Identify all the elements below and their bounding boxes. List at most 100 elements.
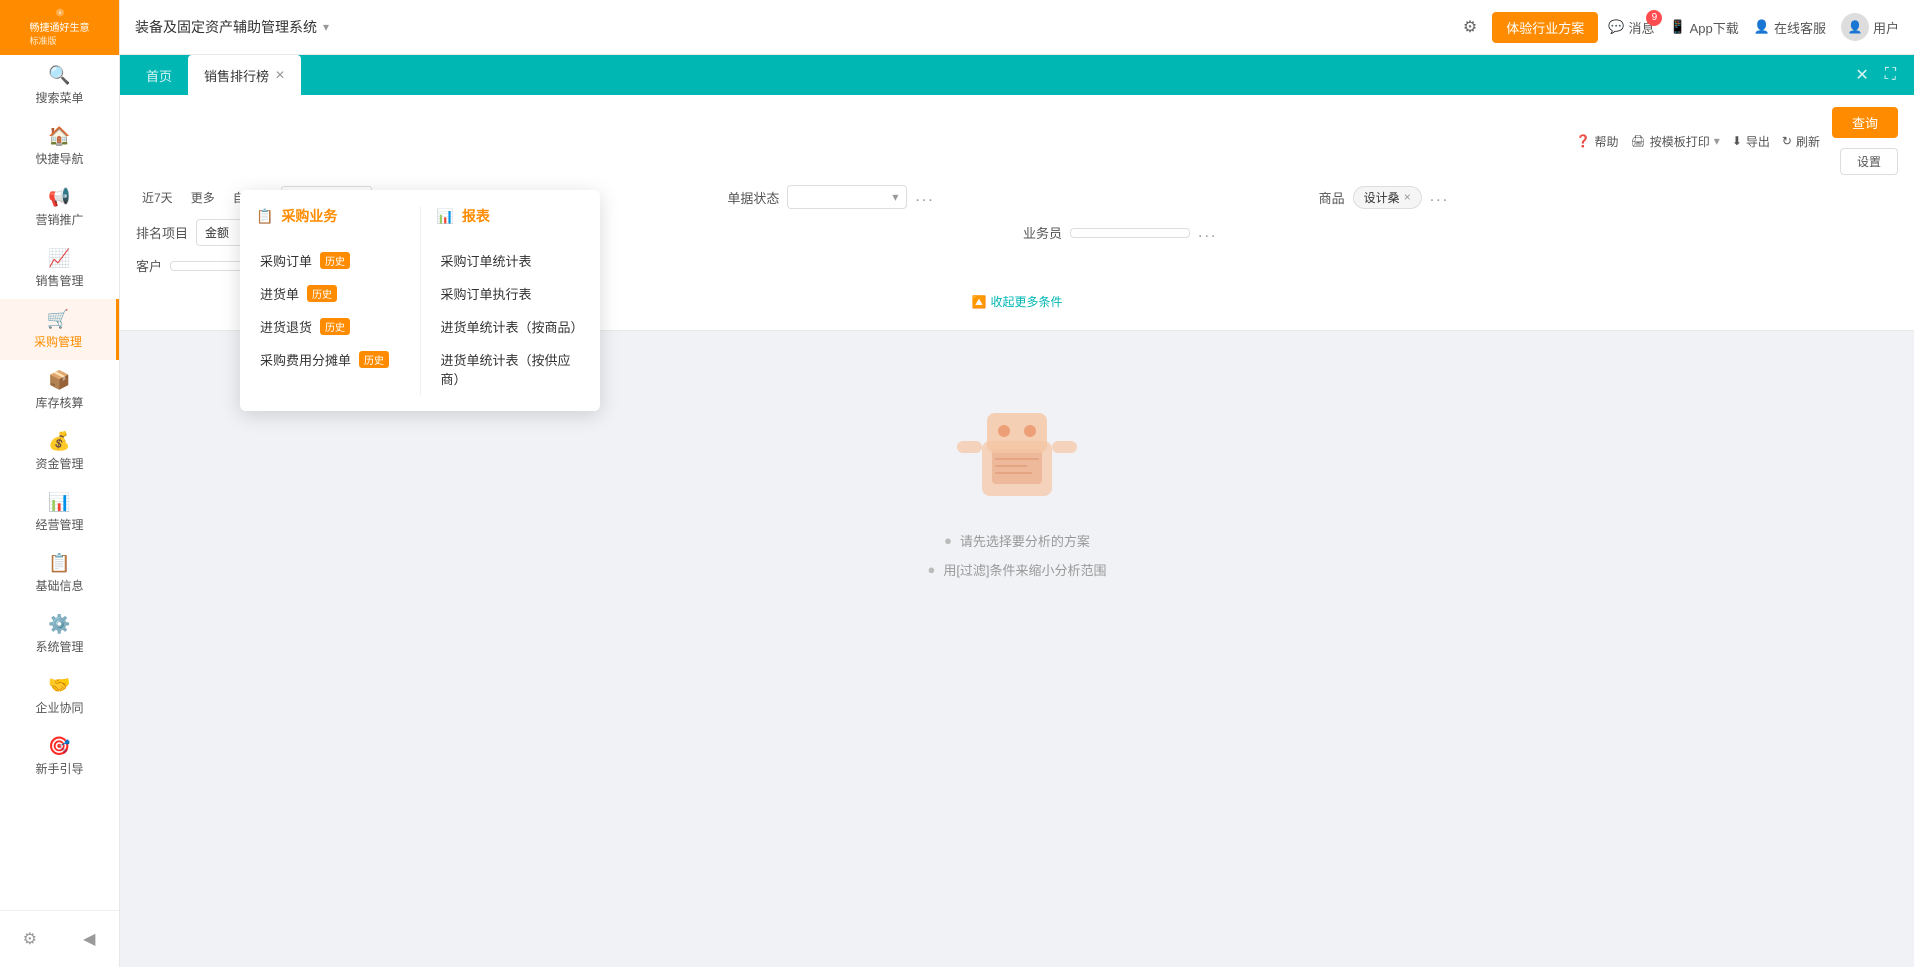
message-btn[interactable]: 💬 消息 9 (1608, 18, 1654, 37)
customer-label: 客户 (136, 256, 162, 275)
service-icon: 👤 (1754, 19, 1770, 35)
refresh-btn[interactable]: ↻ 刷新 (1782, 107, 1820, 175)
goods-tag[interactable]: 设计桑 × (1353, 186, 1422, 209)
salesperson-dots[interactable]: ... (1198, 224, 1217, 242)
date-option-more[interactable]: 更多 (185, 187, 221, 208)
sidebar-item-quicknav[interactable]: 🏠 快捷导航 (0, 116, 119, 177)
inventory-icon: 📦 (48, 370, 70, 391)
header-right: 💬 消息 9 📱 App下载 👤 在线客服 👤 用户 (1608, 13, 1899, 41)
operations-icon: 📊 (48, 492, 70, 513)
salesperson-group: 业务员 ... (1023, 223, 1898, 242)
refresh-icon: ↻ (1782, 134, 1792, 148)
sidebar-item-sales[interactable]: 📈 销售管理 (0, 238, 119, 299)
dropdown-item-order-stats[interactable]: 采购订单统计表 (437, 244, 585, 277)
sidebar: 6 畅捷通好生意 标准版 🔍 搜索菜单 🏠 快捷导航 📢 营销推广 📈 销售管理… (0, 0, 120, 967)
sidebar-item-label: 搜索菜单 (35, 89, 83, 106)
order-status-select[interactable]: ▾ (787, 185, 907, 209)
sidebar-item-operations[interactable]: 📊 经营管理 (0, 482, 119, 543)
sidebar-item-label: 销售管理 (35, 272, 83, 289)
message-icon: 💬 (1608, 19, 1624, 35)
dropdown-item-order-exec[interactable]: 采购订单执行表 (437, 277, 585, 310)
sidebar-item-label: 采购管理 (34, 333, 82, 350)
app-download-btn[interactable]: 📱 App下载 (1669, 18, 1738, 37)
goods-tag-close-icon[interactable]: × (1404, 190, 1411, 204)
sidebar-item-marketing[interactable]: 📢 营销推广 (0, 177, 119, 238)
online-service-label: 在线客服 (1774, 18, 1826, 37)
dropdown-item-inbound[interactable]: 进货单 历史 (256, 277, 404, 310)
purchase-order-label: 采购订单 (260, 251, 312, 270)
order-stats-label: 采购订单统计表 (441, 251, 532, 270)
goods-label: 商品 (1319, 188, 1345, 207)
inbound-stats-goods-label: 进货单统计表（按商品） (441, 317, 581, 336)
print-btn[interactable]: 🖨 按模板打印 ▾ (1631, 107, 1720, 175)
industry-btn[interactable]: 体验行业方案 (1492, 12, 1598, 43)
purchase-order-history-badge: 历史 (320, 252, 350, 269)
order-status-label: 单据状态 (727, 188, 779, 207)
purchase-icon: 🛒 (47, 309, 69, 330)
user-btn[interactable]: 👤 用户 (1841, 13, 1899, 41)
order-status-group: 单据状态 ▾ ... (727, 185, 1306, 209)
logo-icon: 6 (44, 8, 76, 17)
system-title-text: 装备及固定资产辅助管理系统 (135, 17, 317, 37)
hint-text-2: 用[过滤]条件来缩小分析范围 (943, 560, 1106, 579)
order-status-dots[interactable]: ... (915, 188, 934, 206)
set-btn[interactable]: 设置 (1840, 148, 1898, 175)
sales-icon: 📈 (48, 248, 70, 269)
sidebar-item-newguide[interactable]: 🎯 新手引导 (0, 726, 119, 787)
online-service-btn[interactable]: 👤 在线客服 (1754, 18, 1826, 37)
sidebar-item-enterprise[interactable]: 🤝 企业协同 (0, 665, 119, 726)
chevron-down-icon: ▾ (323, 20, 329, 34)
print-icon: 🖨 (1631, 134, 1646, 148)
hint-text-1: 请先选择要分析的方案 (960, 531, 1090, 550)
tab-bar: 首页 销售排行榜 ✕ ✕ ⛶ (120, 55, 1914, 95)
empty-hint-1: ● 请先选择要分析的方案 (944, 531, 1090, 550)
goods-dots[interactable]: ... (1430, 188, 1449, 206)
sidebar-collapse-btn[interactable]: ◀ (71, 921, 107, 957)
sidebar-item-label: 库存核算 (35, 394, 83, 411)
export-label: 导出 (1746, 133, 1770, 150)
sidebar-item-label: 经营管理 (35, 516, 83, 533)
report-title-text: 报表 (462, 206, 490, 226)
tab-sales-rank[interactable]: 销售排行榜 ✕ (188, 55, 301, 95)
goods-tag-text: 设计桑 (1364, 189, 1400, 206)
report-section-icon: 📊 (437, 208, 454, 225)
hint-circle-1: ● (944, 533, 952, 548)
sidebar-item-inventory[interactable]: 📦 库存核算 (0, 360, 119, 421)
export-btn[interactable]: ⬇ 导出 (1732, 107, 1770, 175)
sidebar-item-finance[interactable]: 💰 资金管理 (0, 421, 119, 482)
header-settings-icon[interactable]: ⚙ (1458, 12, 1482, 42)
sidebar-item-search[interactable]: 🔍 搜索菜单 (0, 55, 119, 116)
dropdown-item-expense[interactable]: 采购费用分摊单 历史 (256, 343, 404, 376)
sidebar-item-label: 新手引导 (35, 760, 83, 777)
return-label: 进货退货 (260, 317, 312, 336)
tab-close-all-btn[interactable]: ✕ (1847, 65, 1876, 85)
phone-icon: 📱 (1669, 19, 1685, 35)
tab-close-icon[interactable]: ✕ (275, 68, 285, 82)
sidebar-item-system[interactable]: ⚙️ 系统管理 (0, 604, 119, 665)
inbound-stats-supplier-label: 进货单统计表（按供应商） (441, 350, 581, 388)
tab-expand-btn[interactable]: ⛶ (1877, 66, 1904, 84)
salesperson-select[interactable] (1070, 228, 1190, 238)
dropdown-purchase-col: 📋 采购业务 采购订单 历史 进货单 历史 进货退货 历史 (240, 206, 421, 395)
tab-home[interactable]: 首页 (130, 55, 188, 95)
app-download-label: App下载 (1690, 18, 1739, 37)
sidebar-item-basicinfo[interactable]: 📋 基础信息 (0, 543, 119, 604)
sidebar-settings-btn[interactable]: ⚙ (12, 921, 48, 957)
help-btn[interactable]: ❓ 帮助 (1576, 107, 1619, 175)
basicinfo-icon: 📋 (48, 553, 70, 574)
collapse-label: 收起更多条件 (990, 293, 1062, 310)
dropdown-item-inbound-stats-goods[interactable]: 进货单统计表（按商品） (437, 310, 585, 343)
home-icon: 🏠 (48, 126, 70, 147)
sidebar-item-label: 营销推广 (35, 211, 83, 228)
tab-home-label: 首页 (146, 66, 172, 85)
sidebar-item-purchase[interactable]: 🛒 采购管理 (0, 299, 119, 360)
search-icon: 🔍 (48, 65, 70, 86)
dropdown-item-inbound-stats-supplier[interactable]: 进货单统计表（按供应商） (437, 343, 585, 395)
date-option-7days[interactable]: 近7天 (136, 187, 179, 208)
return-history-badge: 历史 (320, 318, 350, 335)
dropdown-item-return[interactable]: 进货退货 历史 (256, 310, 404, 343)
content-area: ❓ 帮助 🖨 按模板打印 ▾ ⬇ 导出 ↻ 刷新 查询 (120, 95, 1914, 967)
salesperson-label: 业务员 (1023, 223, 1062, 242)
dropdown-item-purchase-order[interactable]: 采购订单 历史 (256, 244, 404, 277)
query-btn[interactable]: 查询 (1832, 107, 1898, 138)
